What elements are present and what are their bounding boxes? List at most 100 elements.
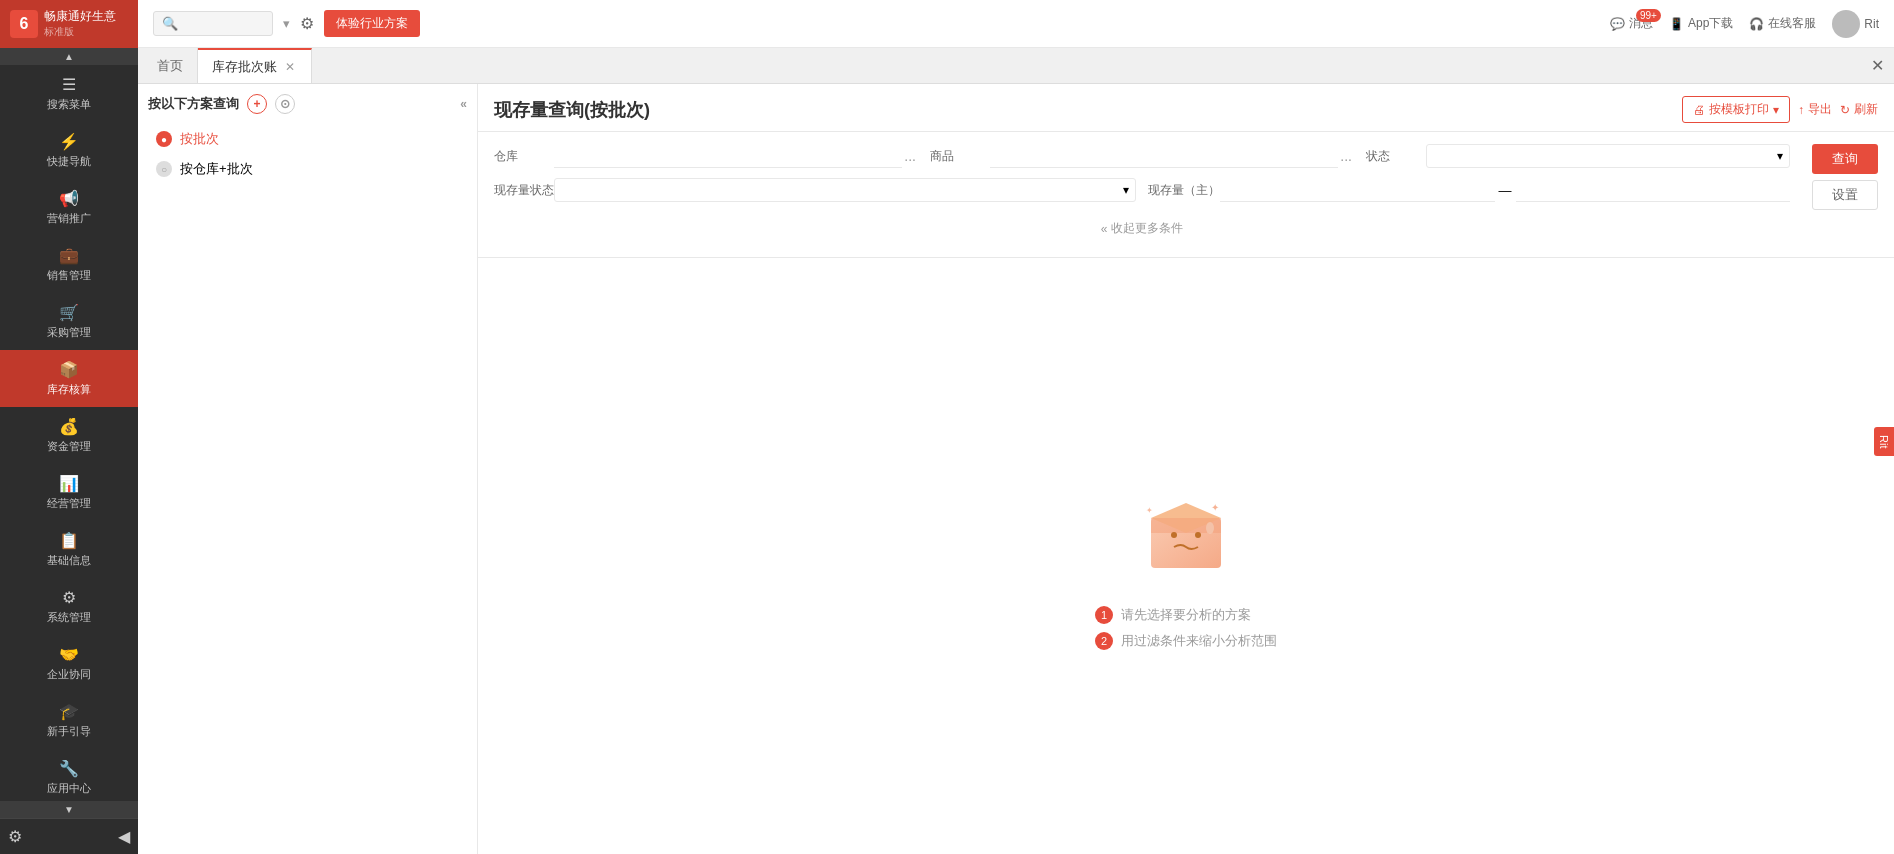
sidebar-item-app-center[interactable]: 🔧 应用中心: [0, 749, 138, 801]
inv-status-dropdown[interactable]: ▾: [554, 178, 1136, 202]
query-button[interactable]: 查询: [1812, 144, 1878, 174]
sidebar-item-marketing-label: 营销推广: [47, 211, 91, 226]
sidebar-item-search[interactable]: ☰ 搜索菜单: [0, 65, 138, 122]
tip-2-text: 用过滤条件来缩小分析范围: [1121, 632, 1277, 650]
sidebar-item-inventory[interactable]: 📦 库存核算: [0, 350, 138, 407]
topbar-search-icon: 🔍: [162, 16, 178, 31]
online-service-action[interactable]: 🎧 在线客服: [1749, 15, 1816, 32]
sidebar-item-enterprise-collab-label: 企业协同: [47, 667, 91, 682]
app-info: 畅康通好生意 标准版: [44, 9, 116, 39]
filter-settings-button[interactable]: 设置: [1812, 180, 1878, 210]
plan-settings-button[interactable]: ⊙: [275, 94, 295, 114]
enterprise-collab-icon: 🤝: [59, 645, 79, 664]
sidebar-bottom: ⚙ ◀: [0, 818, 138, 854]
page-title-actions: 🖨 按模板打印 ▾ ↑ 导出 ↻ 刷新: [1682, 96, 1878, 123]
sidebar-item-purchase[interactable]: 🛒 采购管理: [0, 293, 138, 350]
tabbar: 首页 库存批次账 ✕ ✕: [138, 48, 1894, 84]
right-edge-panel[interactable]: Rit: [1874, 427, 1894, 456]
inv-qty-to[interactable]: [1516, 179, 1791, 202]
filter-inv-qty-group: 现存量（主） —: [1148, 179, 1790, 202]
left-panel-collapse-button[interactable]: «: [460, 97, 467, 111]
tab-home[interactable]: 首页: [143, 48, 198, 83]
search-nav-icon: ☰: [62, 75, 76, 94]
tab-close-button[interactable]: ✕: [283, 60, 297, 74]
topbar-search-input[interactable]: [182, 17, 262, 31]
svg-point-4: [1195, 532, 1201, 538]
right-edge-label: Rit: [1878, 435, 1890, 448]
tab-inventory-batch-label: 库存批次账: [212, 58, 277, 76]
sidebar-item-sales[interactable]: 💼 销售管理: [0, 236, 138, 293]
tab-inventory-batch[interactable]: 库存批次账 ✕: [198, 48, 312, 83]
inventory-icon: 📦: [59, 360, 79, 379]
app-download-action[interactable]: 📱 App下载: [1669, 15, 1733, 32]
status-dropdown[interactable]: ▾: [1426, 144, 1790, 168]
inv-qty-range: —: [1220, 179, 1790, 202]
collapse-icon: «: [460, 97, 467, 111]
sidebar-item-operation[interactable]: 📊 经营管理: [0, 464, 138, 521]
print-label: 按模板打印: [1709, 101, 1769, 118]
sidebar: 6 畅康通好生意 标准版 ▲ ☰ 搜索菜单 ⚡ 快捷导航 📢 营销推广 💼 销售…: [0, 0, 138, 854]
warehouse-input[interactable]: [554, 145, 902, 168]
warehouse-dots[interactable]: ...: [902, 146, 918, 166]
filter-row-2: 现存量状态 ▾ 现存量（主） —: [494, 178, 1790, 202]
topbar-actions: 💬 消息 99+ 📱 App下载 🎧 在线客服 Rit: [1610, 10, 1879, 38]
filter-area: 仓库 ... 商品 ... 状态: [478, 132, 1894, 258]
plan-item-by-warehouse-batch[interactable]: ○ 按仓库+批次: [148, 154, 467, 184]
sidebar-header: 6 畅康通好生意 标准版: [0, 0, 138, 48]
sidebar-settings-button[interactable]: ⚙: [8, 827, 22, 846]
experience-button[interactable]: 体验行业方案: [324, 10, 420, 37]
sidebar-item-basic-info[interactable]: 📋 基础信息: [0, 521, 138, 578]
refresh-button[interactable]: ↻ 刷新: [1840, 101, 1878, 118]
sidebar-item-finance[interactable]: 💰 资金管理: [0, 407, 138, 464]
sidebar-item-sales-label: 销售管理: [47, 268, 91, 283]
add-plan-button[interactable]: +: [247, 94, 267, 114]
export-icon: ↑: [1798, 103, 1804, 117]
sidebar-item-quick-nav[interactable]: ⚡ 快捷导航: [0, 122, 138, 179]
left-panel: 按以下方案查询 + ⊙ « ● 按批次 ○ 按仓库+批次: [138, 84, 478, 854]
empty-state: ✦ ✦ 1 请先选择要分析的方案 2 用过滤条件来缩小分析范围: [478, 258, 1894, 854]
sidebar-item-beginner[interactable]: 🎓 新手引导: [0, 692, 138, 749]
product-input[interactable]: [990, 145, 1338, 168]
plan-item-by-batch[interactable]: ● 按批次: [148, 124, 467, 154]
tabbar-close-all-button[interactable]: ✕: [1871, 56, 1884, 75]
sidebar-item-enterprise-collab[interactable]: 🤝 企业协同: [0, 635, 138, 692]
page-title: 现存量查询(按批次): [494, 98, 650, 122]
sidebar-scroll-down[interactable]: ▼: [0, 801, 138, 818]
print-button[interactable]: 🖨 按模板打印 ▾: [1682, 96, 1790, 123]
basic-info-icon: 📋: [59, 531, 79, 550]
export-button[interactable]: ↑ 导出: [1798, 101, 1832, 118]
sidebar-scroll-up[interactable]: ▲: [0, 48, 138, 65]
topbar-search-box[interactable]: 🔍: [153, 11, 273, 36]
quick-nav-icon: ⚡: [59, 132, 79, 151]
status-label: 状态: [1366, 148, 1426, 165]
sales-icon: 💼: [59, 246, 79, 265]
sidebar-item-search-label: 搜索菜单: [47, 97, 91, 112]
app-download-label: App下载: [1688, 15, 1733, 32]
app-name: 畅康通好生意: [44, 9, 116, 25]
collapse-more-btn[interactable]: « 收起更多条件: [494, 212, 1790, 245]
user-profile[interactable]: Rit: [1832, 10, 1879, 38]
print-dropdown-icon: ▾: [1773, 103, 1779, 117]
sidebar-item-system[interactable]: ⚙ 系统管理: [0, 578, 138, 635]
print-icon: 🖨: [1693, 103, 1705, 117]
app-logo: 6: [10, 10, 38, 38]
inv-qty-from[interactable]: [1220, 179, 1495, 202]
sidebar-item-marketing[interactable]: 📢 营销推广: [0, 179, 138, 236]
sidebar-item-app-center-label: 应用中心: [47, 781, 91, 796]
export-label: 导出: [1808, 101, 1832, 118]
topbar-dropdown-icon[interactable]: ▾: [283, 16, 290, 31]
empty-illustration: ✦ ✦: [1126, 463, 1246, 586]
message-action[interactable]: 💬 消息 99+: [1610, 15, 1653, 32]
sidebar-nav: ☰ 搜索菜单 ⚡ 快捷导航 📢 营销推广 💼 销售管理 🛒 采购管理 📦 库存核…: [0, 65, 138, 801]
tip-1-num: 1: [1095, 606, 1113, 624]
plan-settings-icon: ⊙: [280, 97, 290, 111]
tab-home-label: 首页: [157, 57, 183, 75]
inv-qty-dash: —: [1499, 183, 1512, 198]
sidebar-settings-icon: ⚙: [8, 828, 22, 845]
finance-icon: 💰: [59, 417, 79, 436]
sidebar-collapse-button[interactable]: ◀: [118, 827, 130, 846]
purchase-icon: 🛒: [59, 303, 79, 322]
topbar-gear-button[interactable]: ⚙: [300, 14, 314, 33]
topbar-gear-icon: ⚙: [300, 15, 314, 32]
product-dots[interactable]: ...: [1338, 146, 1354, 166]
